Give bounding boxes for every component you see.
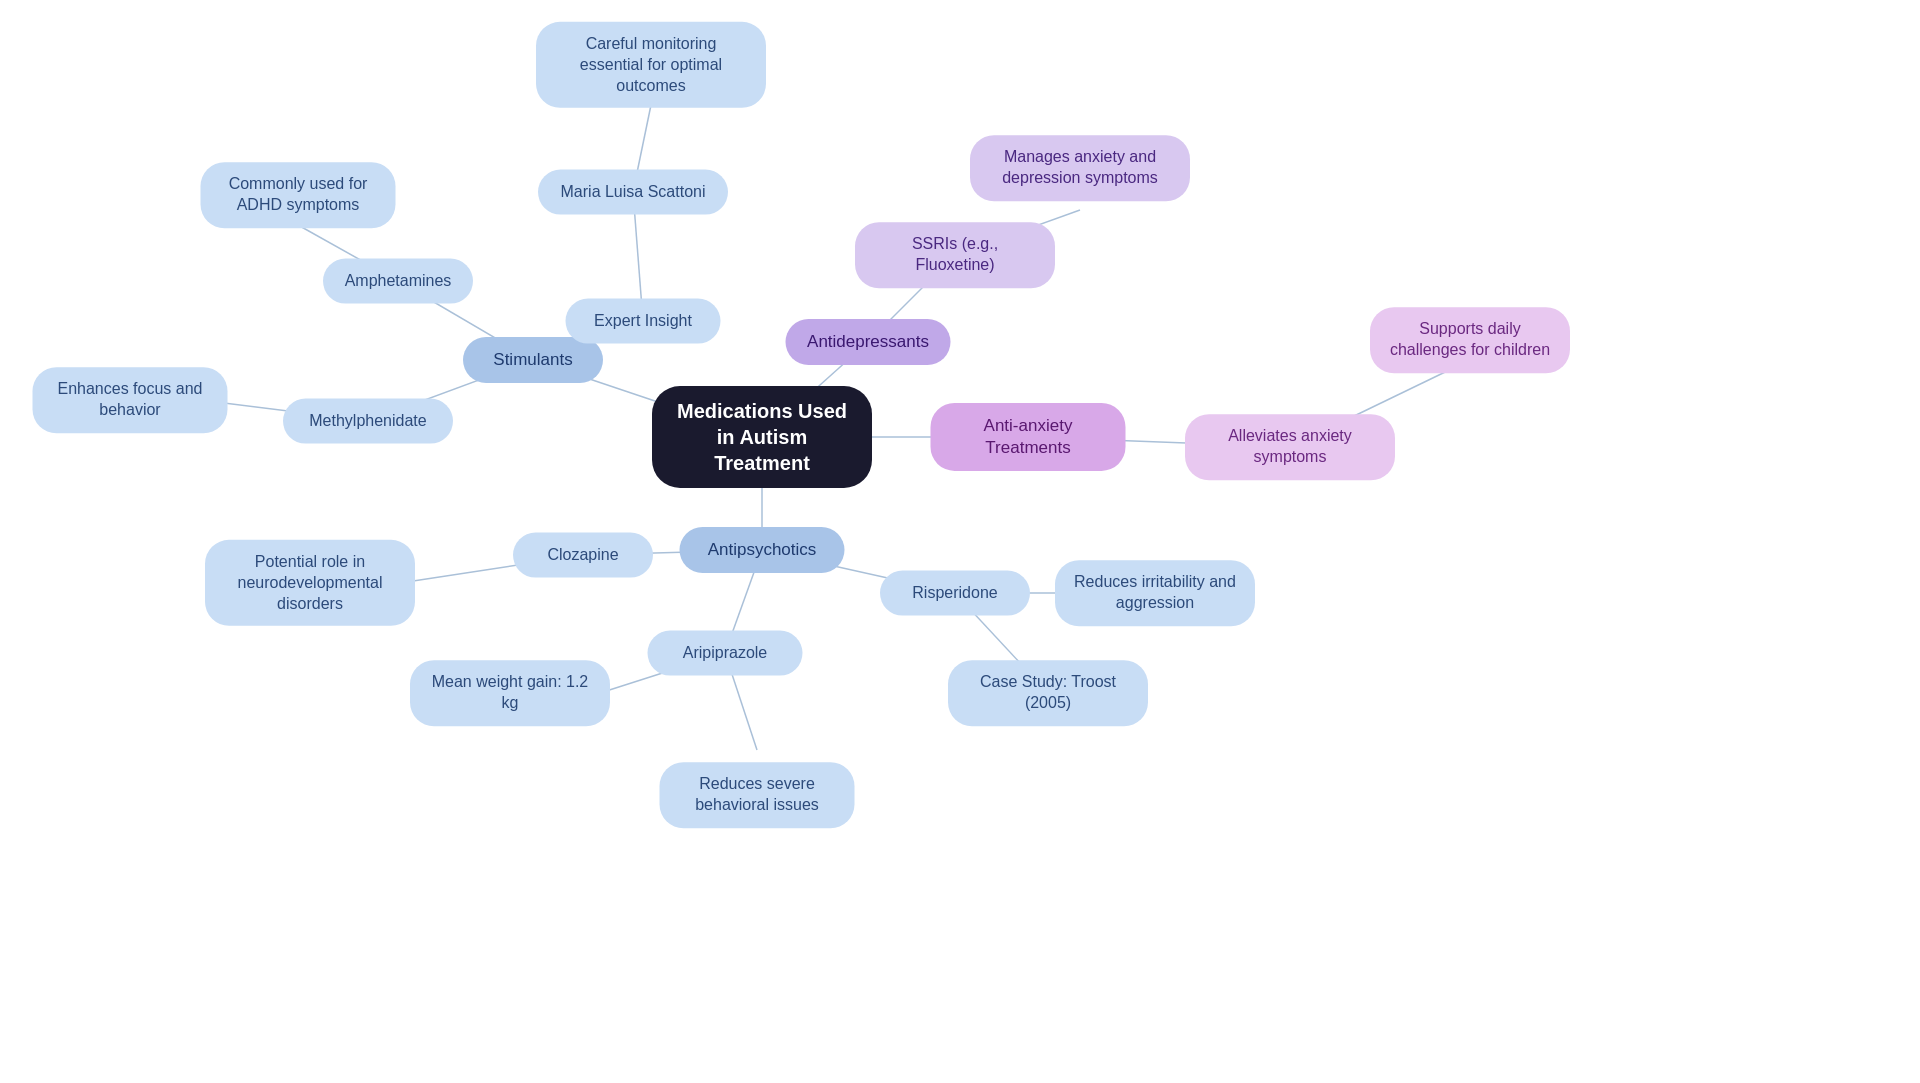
- antidepressants-node[interactable]: Antidepressants: [786, 319, 951, 365]
- maria-luisa-node[interactable]: Maria Luisa Scattoni: [538, 170, 728, 215]
- ssris-node[interactable]: SSRIs (e.g., Fluoxetine): [855, 222, 1055, 288]
- mean-weight-node[interactable]: Mean weight gain: 1.2 kg: [410, 660, 610, 726]
- supports-daily-node[interactable]: Supports daily challenges for children: [1370, 307, 1570, 373]
- center-node: Medications Used in Autism Treatment: [652, 386, 872, 488]
- alleviates-anxiety-node[interactable]: Alleviates anxiety symptoms: [1185, 414, 1395, 480]
- reduces-irritability-node[interactable]: Reduces irritability and aggression: [1055, 560, 1255, 626]
- antianxiety-node[interactable]: Anti-anxiety Treatments: [931, 403, 1126, 471]
- manages-anxiety-node[interactable]: Manages anxiety and depression symptoms: [970, 135, 1190, 201]
- aripiprazole-node[interactable]: Aripiprazole: [648, 631, 803, 676]
- risperidone-node[interactable]: Risperidone: [880, 571, 1030, 616]
- expert-insight-node[interactable]: Expert Insight: [566, 299, 721, 344]
- antipsychotics-node[interactable]: Antipsychotics: [680, 527, 845, 573]
- amphetamines-node[interactable]: Amphetamines: [323, 259, 473, 304]
- careful-monitoring-node[interactable]: Careful monitoring essential for optimal…: [536, 22, 766, 108]
- potential-role-node[interactable]: Potential role in neurodevelopmental dis…: [205, 540, 415, 626]
- enhances-focus-node[interactable]: Enhances focus and behavior: [33, 367, 228, 433]
- case-study-node[interactable]: Case Study: Troost (2005): [948, 660, 1148, 726]
- stimulants-node[interactable]: Stimulants: [463, 337, 603, 383]
- methylphenidate-node[interactable]: Methylphenidate: [283, 399, 453, 444]
- clozapine-node[interactable]: Clozapine: [513, 533, 653, 578]
- reduces-behavioral-node[interactable]: Reduces severe behavioral issues: [660, 762, 855, 828]
- commonly-used-node[interactable]: Commonly used for ADHD symptoms: [201, 162, 396, 228]
